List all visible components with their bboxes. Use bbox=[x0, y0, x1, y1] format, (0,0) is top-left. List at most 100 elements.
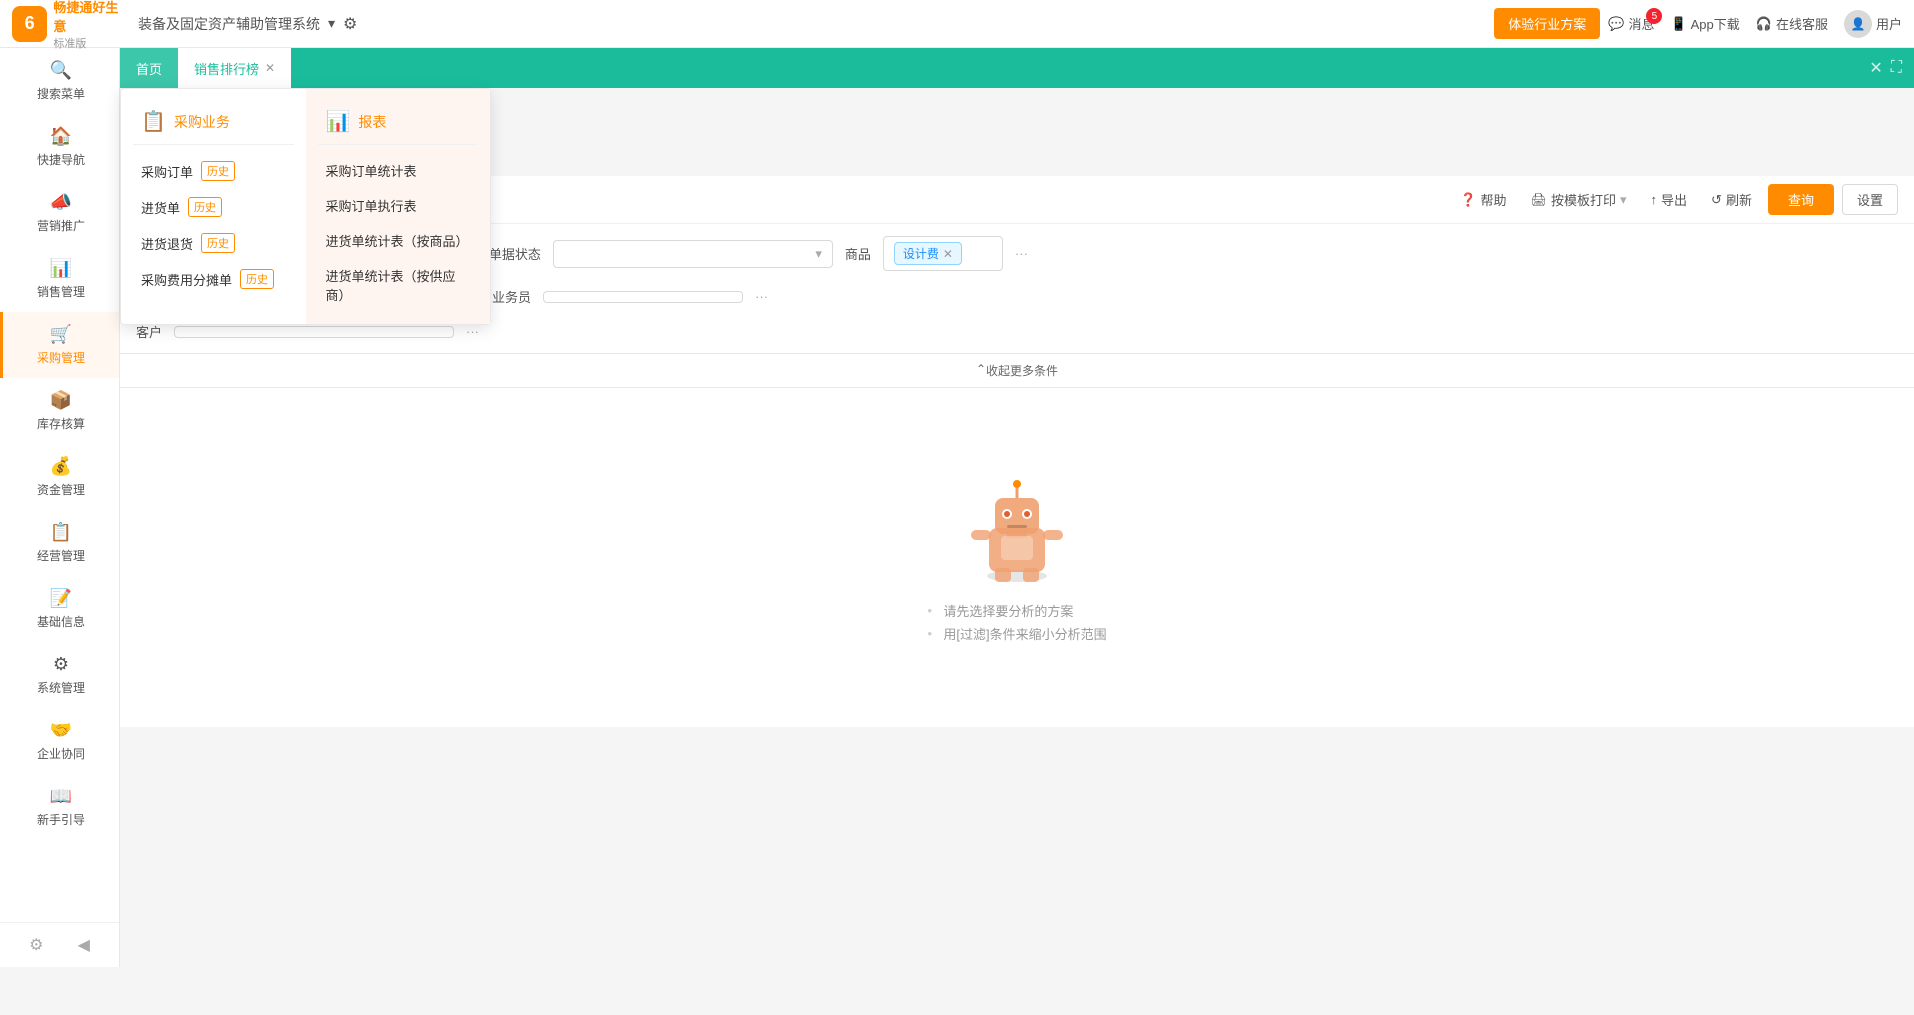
purchase-icon: 🛒 bbox=[50, 324, 72, 345]
sidebar-label-quick-nav: 快捷导航 bbox=[37, 151, 85, 168]
sidebar-item-inventory[interactable]: 📦 库存核算 bbox=[0, 378, 119, 444]
settings-btn[interactable]: 设置 bbox=[1842, 184, 1898, 215]
tabbar: 首页 销售排行榜 ✕ ✕ ⛶ bbox=[120, 48, 1914, 88]
message-btn[interactable]: 💬 消息 5 bbox=[1608, 14, 1654, 33]
mobile-icon: 📱 bbox=[1670, 16, 1686, 32]
dropdown-item-expense[interactable]: 采购费用分摊单 历史 bbox=[121, 261, 306, 297]
tab-home[interactable]: 首页 bbox=[120, 48, 178, 88]
dropdown-item-label: 采购订单 bbox=[141, 162, 193, 181]
sales-icon: 📊 bbox=[50, 258, 72, 279]
dropdown-arrow-icon[interactable]: ▾ bbox=[328, 15, 335, 32]
sidebar-item-finance[interactable]: 💰 资金管理 bbox=[0, 444, 119, 510]
empty-tips: 请先选择要分析的方案 用[过滤]条件来缩小分析范围 bbox=[927, 600, 1106, 647]
sidebar: 🔍 搜索菜单 🏠 快捷导航 📣 营销推广 📊 销售管理 🛒 采购管理 📦 库存核… bbox=[0, 48, 120, 967]
window-close-icon[interactable]: ✕ bbox=[1869, 58, 1882, 78]
user-label: 用户 bbox=[1876, 14, 1902, 33]
sidebar-item-marketing[interactable]: 📣 营销推广 bbox=[0, 180, 119, 246]
sidebar-collapse-icon[interactable]: ◀ bbox=[78, 935, 90, 955]
message-badge: 5 bbox=[1646, 8, 1662, 24]
dropdown-item-purchase-order[interactable]: 采购订单 历史 bbox=[121, 153, 306, 189]
tab-sales-rank-label: 销售排行榜 bbox=[194, 59, 259, 78]
sidebar-item-purchase[interactable]: 🛒 采购管理 bbox=[0, 312, 119, 378]
tab-sales-rank[interactable]: 销售排行榜 ✕ bbox=[178, 48, 291, 88]
logo-text-area: 畅捷通好生意 标准版 bbox=[53, 0, 130, 51]
customer-input[interactable] bbox=[174, 326, 454, 338]
history-badge-1[interactable]: 历史 bbox=[188, 197, 222, 217]
goods-input[interactable]: 设计费 ✕ bbox=[883, 236, 1003, 271]
tab-close-icon[interactable]: ✕ bbox=[265, 61, 275, 75]
robot-svg bbox=[957, 468, 1077, 588]
goods-tag-close-icon[interactable]: ✕ bbox=[943, 247, 953, 261]
dropdown-item-incoming[interactable]: 进货单 历史 bbox=[121, 189, 306, 225]
collapse-bar[interactable]: ⌃ 收起更多条件 bbox=[120, 354, 1914, 388]
purchase-header-label: 采购业务 bbox=[174, 112, 230, 132]
voucher-status-label: 单据状态 bbox=[489, 244, 541, 263]
sidebar-label-inventory: 库存核算 bbox=[37, 415, 85, 432]
sidebar-item-quick-nav[interactable]: 🏠 快捷导航 bbox=[0, 114, 119, 180]
online-service-label: 在线客服 bbox=[1776, 14, 1828, 33]
sidebar-item-guide[interactable]: 📖 新手引导 bbox=[0, 774, 119, 840]
dropdown-item-label: 采购费用分摊单 bbox=[141, 270, 232, 289]
export-label: 导出 bbox=[1661, 190, 1687, 209]
dropdown-item-order-stat[interactable]: 采购订单统计表 bbox=[306, 153, 491, 188]
headset-icon: 🎧 bbox=[1756, 16, 1772, 32]
dropdown-item-return[interactable]: 进货退货 历史 bbox=[121, 225, 306, 261]
goods-more-dots[interactable]: ··· bbox=[1015, 246, 1028, 261]
sidebar-settings-icon[interactable]: ⚙ bbox=[29, 935, 43, 955]
history-badge-0[interactable]: 历史 bbox=[201, 161, 235, 181]
dropdown-col-report: 📊 报表 采购订单统计表 采购订单执行表 进货单统计表（按商品） 进货单统计表（… bbox=[306, 89, 491, 324]
export-btn[interactable]: ↑ 导出 bbox=[1643, 186, 1696, 213]
app-download-btn[interactable]: 📱 App下载 bbox=[1670, 14, 1739, 33]
refresh-btn[interactable]: ↺ 刷新 bbox=[1703, 186, 1760, 213]
system-title-area: 装备及固定资产辅助管理系统 ▾ ⚙ bbox=[138, 14, 1486, 34]
dropdown-report-header: 📊 报表 bbox=[306, 101, 491, 144]
content-area: 请先选择要分析的方案 用[过滤]条件来缩小分析范围 bbox=[120, 388, 1914, 727]
operations-icon: 📋 bbox=[50, 522, 72, 543]
report-header-label: 报表 bbox=[358, 112, 386, 132]
message-icon: 💬 bbox=[1608, 16, 1624, 32]
refresh-label: 刷新 bbox=[1726, 190, 1752, 209]
logo-app-name: 畅捷通好生意 bbox=[53, 0, 130, 35]
sidebar-item-system[interactable]: ⚙ 系统管理 bbox=[0, 642, 119, 708]
salesperson-input[interactable] bbox=[543, 291, 743, 303]
history-badge-3[interactable]: 历史 bbox=[240, 269, 274, 289]
help-btn[interactable]: ❓ 帮助 bbox=[1452, 186, 1514, 213]
dropdown-item-incoming-stat-goods[interactable]: 进货单统计表（按商品） bbox=[306, 223, 491, 258]
user-btn[interactable]: 👤 用户 bbox=[1844, 10, 1902, 38]
print-icon: 🖨 bbox=[1530, 192, 1547, 208]
dropdown-item-order-exec[interactable]: 采购订单执行表 bbox=[306, 188, 491, 223]
dropdown-item-label: 进货单统计表（按商品） bbox=[326, 231, 469, 250]
logo-area: 6 畅捷通好生意 标准版 bbox=[12, 0, 130, 51]
industry-btn[interactable]: 体验行业方案 bbox=[1494, 8, 1600, 39]
query-btn[interactable]: 查询 bbox=[1768, 184, 1834, 215]
window-expand-icon[interactable]: ⛶ bbox=[1891, 59, 1902, 77]
app-download-label: App下载 bbox=[1691, 14, 1740, 33]
empty-tip-2: 用[过滤]条件来缩小分析范围 bbox=[927, 623, 1106, 646]
sidebar-item-operations[interactable]: 📋 经营管理 bbox=[0, 510, 119, 576]
customer-more-dots[interactable]: ··· bbox=[466, 324, 479, 339]
topbar: 6 畅捷通好生意 标准版 装备及固定资产辅助管理系统 ▾ ⚙ 体验行业方案 💬 … bbox=[0, 0, 1914, 48]
purchase-dropdown-menu: 📋 采购业务 采购订单 历史 进货单 历史 进货退货 历史 采购费用分摊单 历史… bbox=[120, 88, 491, 325]
voucher-status-select[interactable]: ▾ bbox=[553, 240, 833, 268]
sidebar-label-enterprise: 企业协同 bbox=[37, 745, 85, 762]
tabbar-right-icons: ✕ ⛶ bbox=[1869, 58, 1914, 78]
salesperson-more-dots[interactable]: ··· bbox=[755, 289, 768, 304]
sidebar-item-sales[interactable]: 📊 销售管理 bbox=[0, 246, 119, 312]
voucher-status-arrow: ▾ bbox=[815, 246, 822, 262]
sidebar-item-search[interactable]: 🔍 搜索菜单 bbox=[0, 48, 119, 114]
sidebar-label-operations: 经营管理 bbox=[37, 547, 85, 564]
sidebar-bottom: ⚙ ◀ bbox=[0, 922, 119, 967]
dropdown-item-label: 进货退货 bbox=[141, 234, 193, 253]
history-badge-2[interactable]: 历史 bbox=[201, 233, 235, 253]
sidebar-item-enterprise[interactable]: 🤝 企业协同 bbox=[0, 708, 119, 774]
refresh-icon: ↺ bbox=[1711, 192, 1722, 208]
sidebar-label-marketing: 营销推广 bbox=[37, 217, 85, 234]
sidebar-item-base-info[interactable]: 📝 基础信息 bbox=[0, 576, 119, 642]
online-service-btn[interactable]: 🎧 在线客服 bbox=[1756, 14, 1828, 33]
dropdown-item-label: 采购订单统计表 bbox=[326, 161, 417, 180]
goods-tag-text: 设计费 bbox=[903, 245, 939, 262]
dropdown-divider-left bbox=[133, 144, 294, 145]
dropdown-item-incoming-stat-supplier[interactable]: 进货单统计表（按供应商） bbox=[306, 258, 491, 312]
settings-icon[interactable]: ⚙ bbox=[343, 14, 357, 34]
print-btn[interactable]: 🖨 按模板打印 ▾ bbox=[1522, 186, 1634, 213]
